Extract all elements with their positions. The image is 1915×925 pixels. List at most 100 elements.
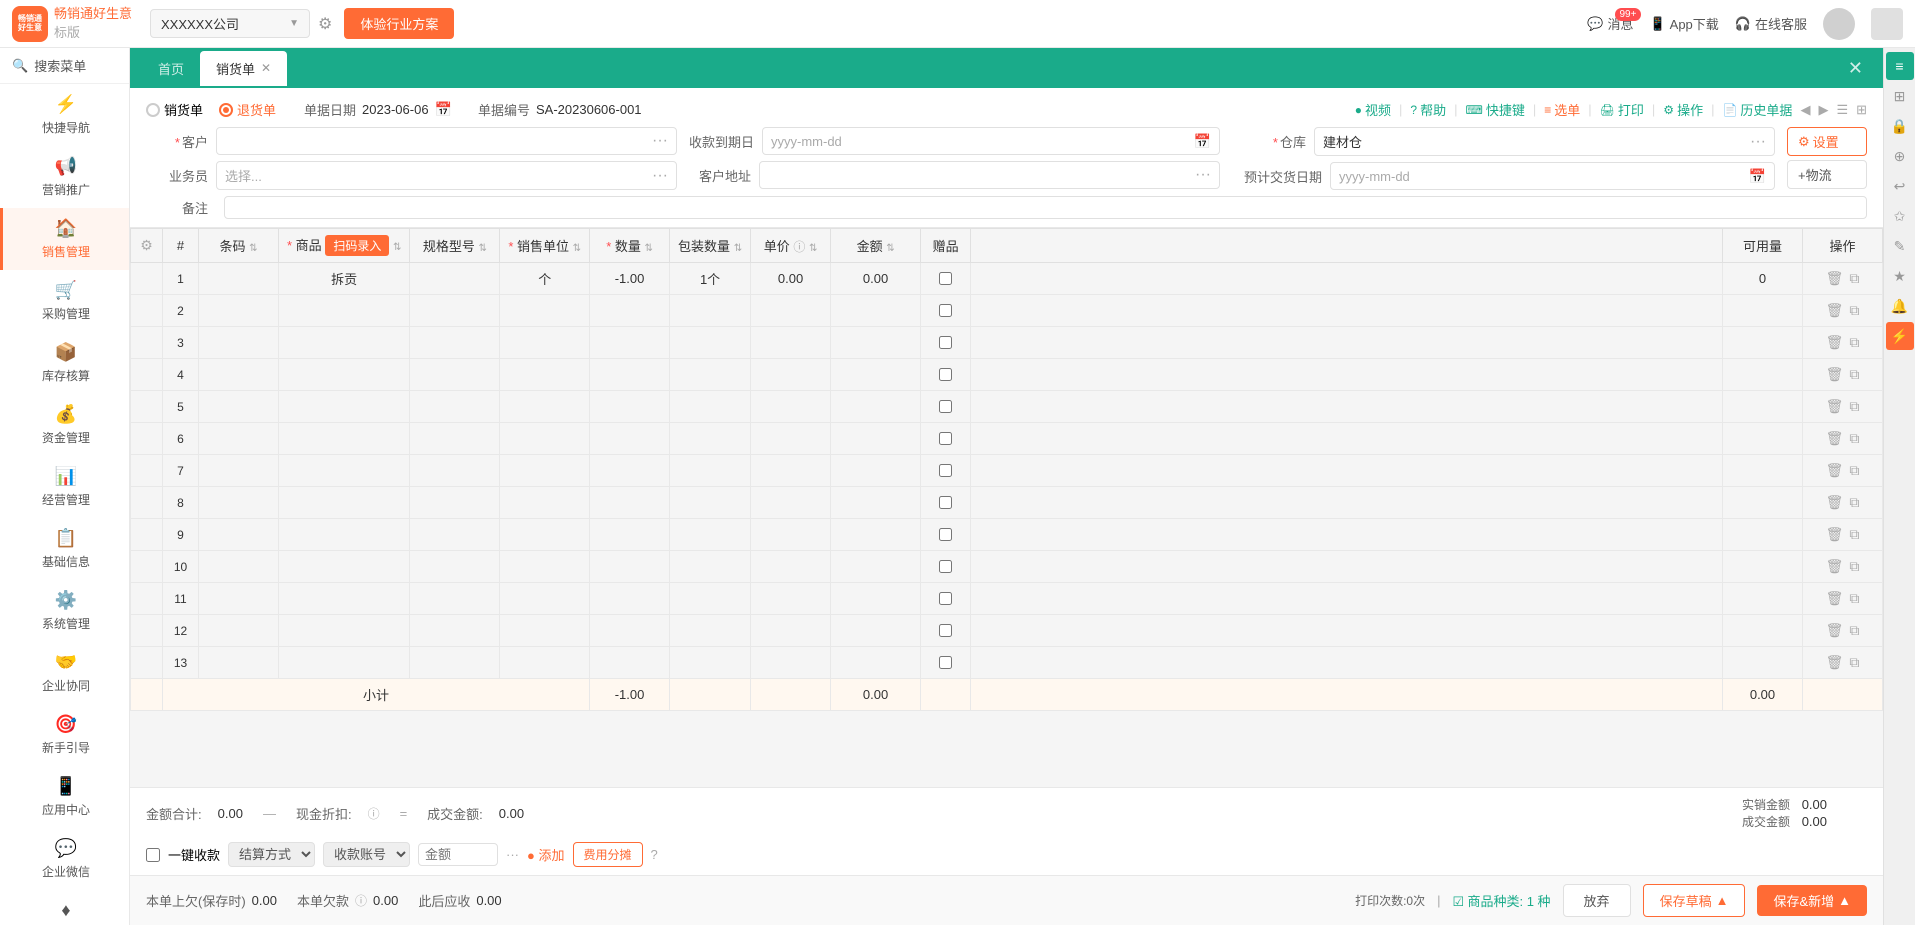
message-button[interactable]: 💬 消息 99+: [1587, 14, 1633, 33]
row6-delete-icon[interactable]: 🗑: [1826, 430, 1844, 447]
row11-copy-icon[interactable]: ⧉: [1849, 590, 1859, 607]
row12-copy-icon[interactable]: ⧉: [1849, 622, 1859, 639]
sidebar-search[interactable]: 🔍 搜索菜单: [0, 48, 129, 84]
nav-next-icon[interactable]: ▶: [1818, 102, 1828, 118]
action-history[interactable]: 📄 历史单据: [1722, 100, 1792, 119]
row2-copy-icon[interactable]: ⧉: [1849, 302, 1859, 319]
row11-gift-checkbox[interactable]: [939, 592, 952, 605]
action-video[interactable]: ● 视频: [1355, 100, 1391, 119]
row8-copy-icon[interactable]: ⧉: [1849, 494, 1859, 511]
sidebar-item-collab[interactable]: 🤝 企业协同: [0, 642, 129, 704]
right-panel-btn-add[interactable]: ⊕: [1886, 142, 1914, 170]
row3-delete-icon[interactable]: 🗑: [1826, 334, 1844, 351]
delivery-input[interactable]: yyyy-mm-dd 📅: [1330, 162, 1775, 190]
sidebar-item-system[interactable]: ⚙️ 系统管理: [0, 580, 129, 642]
row1-unit[interactable]: 个: [500, 263, 590, 295]
row13-gift-checkbox[interactable]: [939, 656, 952, 669]
tab-close-icon[interactable]: ✕: [261, 61, 271, 75]
price-sort-icon[interactable]: ⇅: [809, 243, 817, 254]
row10-delete-icon[interactable]: 🗑: [1826, 558, 1844, 575]
app-download-button[interactable]: 📱 App下载: [1649, 14, 1718, 33]
row7-gift-checkbox[interactable]: [939, 464, 952, 477]
pack-sort-icon[interactable]: ⇅: [734, 243, 742, 254]
row13-delete-icon[interactable]: 🗑: [1826, 654, 1844, 671]
save-draft-button[interactable]: 保存草稿 ▲: [1643, 884, 1746, 917]
table-gear-icon[interactable]: ⚙: [140, 237, 153, 253]
barcode-sort-icon[interactable]: ⇅: [249, 243, 257, 254]
close-all-tabs-icon[interactable]: ✕: [1840, 58, 1871, 79]
sidebar-item-member[interactable]: ♦ 畅会员: [0, 890, 129, 925]
amount-input[interactable]: [418, 843, 498, 866]
row10-copy-icon[interactable]: ⧉: [1849, 558, 1859, 575]
right-panel-btn-fav[interactable]: ★: [1886, 262, 1914, 290]
warehouse-input[interactable]: 建材仓 ···: [1314, 127, 1775, 156]
right-panel-btn-edit[interactable]: ✎: [1886, 232, 1914, 260]
sidebar-item-guide[interactable]: 🎯 新手引导: [0, 704, 129, 766]
row1-desc[interactable]: [971, 263, 1723, 295]
discount-info-icon[interactable]: ⓘ: [368, 805, 380, 822]
expense-help-icon[interactable]: ?: [651, 847, 658, 862]
row1-spec[interactable]: [410, 263, 500, 295]
qty-sort-icon[interactable]: ⇅: [645, 243, 653, 254]
action-select[interactable]: ≡ 选单: [1544, 100, 1580, 119]
due-date-input[interactable]: yyyy-mm-dd 📅: [762, 127, 1220, 155]
sidebar-item-marketing[interactable]: 📢 营销推广: [0, 146, 129, 208]
calendar3-icon[interactable]: 📅: [1749, 168, 1766, 185]
row12-delete-icon[interactable]: 🗑: [1826, 622, 1844, 639]
row9-gift-checkbox[interactable]: [939, 528, 952, 541]
row5-delete-icon[interactable]: 🗑: [1826, 398, 1844, 415]
product-count[interactable]: ☑ 商品种类: 1 种: [1452, 891, 1550, 910]
row6-copy-icon[interactable]: ⧉: [1849, 430, 1859, 447]
salesman-input[interactable]: 选择... ···: [216, 161, 677, 190]
save-new-button[interactable]: 保存&新增 ▲: [1757, 885, 1867, 916]
row11-delete-icon[interactable]: 🗑: [1826, 590, 1844, 607]
row1-product[interactable]: 拆贡: [279, 263, 410, 295]
stat2-info-icon[interactable]: ⓘ: [355, 892, 367, 909]
product-sort-icon[interactable]: ⇅: [393, 242, 401, 253]
company-selector[interactable]: XXXXXX公司 ▼: [150, 9, 310, 38]
logistics-button[interactable]: +物流: [1787, 160, 1867, 189]
row7-delete-icon[interactable]: 🗑: [1826, 462, 1844, 479]
sidebar-item-finance[interactable]: 💰 资金管理: [0, 394, 129, 456]
row1-gift[interactable]: [921, 263, 971, 295]
nav-prev-icon[interactable]: ◀: [1800, 102, 1810, 118]
right-panel-btn-lock[interactable]: 🔒: [1886, 112, 1914, 140]
sidebar-item-operations[interactable]: 📊 经营管理: [0, 456, 129, 518]
row5-copy-icon[interactable]: ⧉: [1849, 398, 1859, 415]
calendar2-icon[interactable]: 📅: [1194, 133, 1211, 150]
view-list-icon[interactable]: ☰: [1836, 102, 1848, 118]
row4-gift-checkbox[interactable]: [939, 368, 952, 381]
row6-gift-checkbox[interactable]: [939, 432, 952, 445]
row1-barcode[interactable]: [199, 263, 279, 295]
right-panel-btn-notify[interactable]: 🔔: [1886, 292, 1914, 320]
row1-amount[interactable]: 0.00: [831, 263, 921, 295]
sidebar-item-purchase[interactable]: 🛒 采购管理: [0, 270, 129, 332]
row12-gift-checkbox[interactable]: [939, 624, 952, 637]
user-avatar[interactable]: [1823, 8, 1855, 40]
action-help[interactable]: ? 帮助: [1410, 100, 1446, 119]
row3-copy-icon[interactable]: ⧉: [1849, 334, 1859, 351]
row5-gift-checkbox[interactable]: [939, 400, 952, 413]
row8-gift-checkbox[interactable]: [939, 496, 952, 509]
radio-sale[interactable]: 销货单: [146, 100, 203, 119]
online-service-button[interactable]: 🎧 在线客服: [1735, 14, 1807, 33]
row9-delete-icon[interactable]: 🗑: [1826, 526, 1844, 543]
action-shortcut[interactable]: ⌨ 快捷键: [1466, 100, 1525, 119]
action-print[interactable]: 🖨 打印: [1600, 100, 1644, 119]
spec-sort-icon[interactable]: ⇅: [478, 243, 486, 254]
company-settings-icon[interactable]: ⚙: [318, 14, 332, 34]
row4-delete-icon[interactable]: 🗑: [1826, 366, 1844, 383]
row1-qty[interactable]: -1.00: [590, 263, 670, 295]
right-panel-btn-list[interactable]: ≡: [1886, 52, 1914, 80]
try-industry-button[interactable]: 体验行业方案: [344, 8, 454, 39]
sidebar-item-inventory[interactable]: 📦 库存核算: [0, 332, 129, 394]
sidebar-item-appstore[interactable]: 📱 应用中心: [0, 766, 129, 828]
tab-home[interactable]: 首页: [142, 51, 200, 86]
row1-pack[interactable]: 1个: [670, 263, 751, 295]
row4-copy-icon[interactable]: ⧉: [1849, 366, 1859, 383]
scan-button[interactable]: 扫码录入: [325, 235, 389, 256]
right-panel-btn-undo[interactable]: ↩: [1886, 172, 1914, 200]
unit-sort-icon[interactable]: ⇅: [573, 243, 581, 254]
view-grid-icon[interactable]: ⊞: [1856, 102, 1867, 118]
amount-sort-icon[interactable]: ⇅: [886, 243, 894, 254]
